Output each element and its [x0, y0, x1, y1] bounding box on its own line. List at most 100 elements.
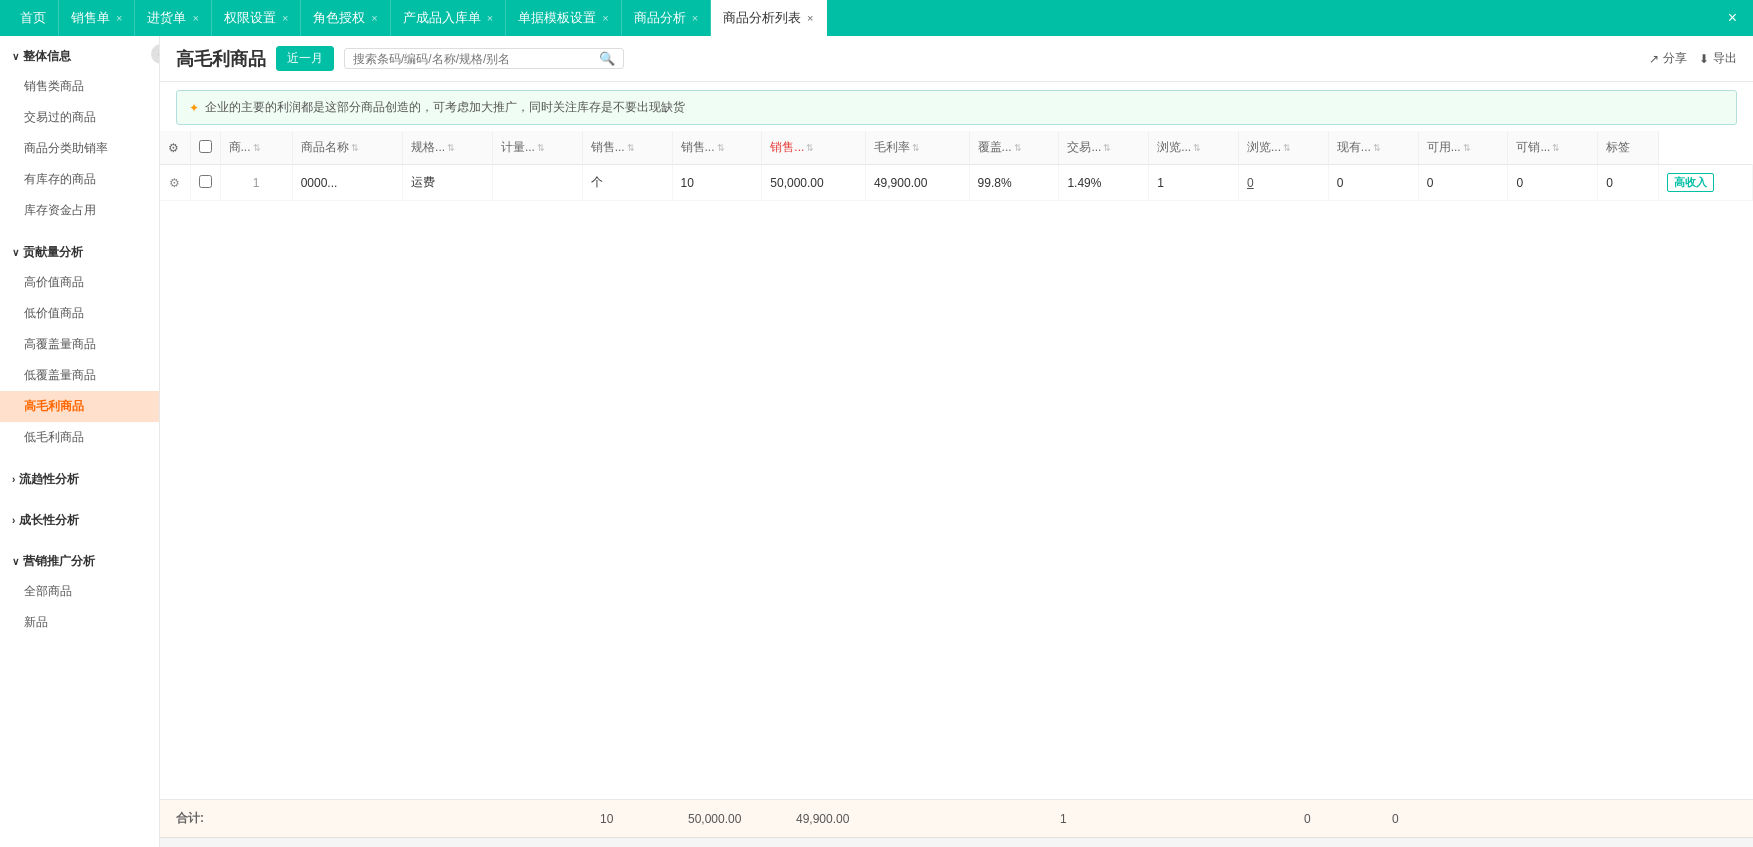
row-num: 1	[220, 165, 292, 201]
sidebar-item-low-margin[interactable]: 低毛利商品	[0, 422, 159, 453]
sort-name-icon: ⇅	[351, 143, 359, 153]
sort-sales-qty-icon: ⇅	[627, 143, 635, 153]
th-trade-count[interactable]: 交易...⇅	[1059, 131, 1149, 165]
search-box: 🔍	[344, 48, 624, 69]
table-body: ⚙ 1 0000... 运费 个 10 50,000.00 49,900.00 …	[160, 165, 1753, 201]
th-coverage[interactable]: 覆盖...⇅	[969, 131, 1059, 165]
section-growth-arrow: ›	[12, 515, 15, 526]
sort-sales-amount-icon: ⇅	[717, 143, 725, 153]
main-layout: « ∨ 整体信息 销售类商品 交易过的商品 商品分类助销率 有库存的商品 库存资…	[0, 36, 1753, 847]
th-unit[interactable]: 计量...⇅	[492, 131, 582, 165]
period-button-month[interactable]: 近一月	[276, 46, 334, 71]
th-sales-profit[interactable]: 销售...⇅	[762, 131, 866, 165]
close-permission-tab[interactable]: ×	[282, 12, 288, 24]
th-code[interactable]: 商...⇅	[220, 131, 292, 165]
row-sellable-stock: 0	[1598, 165, 1658, 201]
sidebar-item-low-coverage[interactable]: 低覆盖量商品	[0, 360, 159, 391]
footer-sales-profit: 49,900.00	[796, 812, 896, 826]
th-available-stock[interactable]: 可用...⇅	[1418, 131, 1508, 165]
search-input[interactable]	[353, 52, 599, 66]
search-icon[interactable]: 🔍	[599, 51, 615, 66]
row-name: 运费	[403, 165, 493, 201]
sidebar-section-growth: › 成长性分析	[0, 500, 159, 541]
row-checkbox-cell	[190, 165, 220, 201]
data-table: ⚙ 商...⇅ 商品名称⇅ 规格...⇅ 计量...⇅ 销售...⇅ 销售...…	[160, 131, 1753, 201]
row-view1[interactable]: 0	[1239, 165, 1329, 201]
sort-trade-icon: ⇅	[1103, 143, 1111, 153]
th-view2[interactable]: 浏览...⇅	[1239, 131, 1329, 165]
sidebar-item-all-goods[interactable]: 全部商品	[0, 576, 159, 607]
nav-item-home[interactable]: 首页	[8, 0, 59, 36]
sort-sales-profit-icon: ⇅	[806, 143, 814, 153]
th-name[interactable]: 商品名称⇅	[292, 131, 402, 165]
nav-item-product-analysis[interactable]: 商品分析 ×	[622, 0, 711, 36]
row-gross-margin: 99.8%	[969, 165, 1059, 201]
sidebar-item-category-rate[interactable]: 商品分类助销率	[0, 133, 159, 164]
sidebar-section-trend-title[interactable]: › 流趋性分析	[0, 465, 159, 494]
sidebar-item-new-goods[interactable]: 新品	[0, 607, 159, 638]
row-tag: 高收入	[1658, 165, 1752, 201]
nav-item-template[interactable]: 单据模板设置 ×	[506, 0, 621, 36]
close-purchase-tab[interactable]: ×	[192, 12, 198, 24]
sidebar-item-high-value[interactable]: 高价值商品	[0, 267, 159, 298]
row-checkbox[interactable]	[199, 175, 212, 188]
nav-item-role[interactable]: 角色授权 ×	[301, 0, 390, 36]
close-product-analysis-list-tab[interactable]: ×	[807, 12, 813, 24]
sidebar-item-low-value[interactable]: 低价值商品	[0, 298, 159, 329]
close-all-tabs-button[interactable]: ×	[1720, 9, 1745, 27]
sort-view2-icon: ⇅	[1283, 143, 1291, 153]
section-contribution-arrow: ∨	[12, 247, 19, 258]
close-warehouse-tab[interactable]: ×	[487, 12, 493, 24]
nav-item-product-analysis-list[interactable]: 商品分析列表 ×	[711, 0, 826, 36]
close-role-tab[interactable]: ×	[371, 12, 377, 24]
sort-available-stock-icon: ⇅	[1463, 143, 1471, 153]
nav-item-sales[interactable]: 销售单 ×	[59, 0, 135, 36]
share-button[interactable]: ↗ 分享	[1649, 50, 1687, 67]
th-current-stock[interactable]: 现有...⇅	[1328, 131, 1418, 165]
share-icon: ↗	[1649, 52, 1659, 66]
sidebar-item-in-stock-goods[interactable]: 有库存的商品	[0, 164, 159, 195]
section-trend-arrow: ›	[12, 474, 15, 485]
row-sales-profit: 49,900.00	[865, 165, 969, 201]
nav-item-permission[interactable]: 权限设置 ×	[212, 0, 301, 36]
sort-code-icon: ⇅	[253, 143, 261, 153]
sidebar-section-contribution-title[interactable]: ∨ 贡献量分析	[0, 238, 159, 267]
sidebar-section-growth-title[interactable]: › 成长性分析	[0, 506, 159, 535]
sort-spec-icon: ⇅	[447, 143, 455, 153]
th-gross-margin[interactable]: 毛利率⇅	[865, 131, 969, 165]
bottom-scrollbar[interactable]	[160, 837, 1753, 847]
sidebar-item-high-margin[interactable]: 高毛利商品	[0, 391, 159, 422]
sidebar-section-contribution: ∨ 贡献量分析 高价值商品 低价值商品 高覆盖量商品 低覆盖量商品 高毛利商品 …	[0, 232, 159, 459]
export-button[interactable]: ⬇ 导出	[1699, 50, 1737, 67]
sort-unit-icon: ⇅	[537, 143, 545, 153]
nav-item-warehouse[interactable]: 产成品入库单 ×	[391, 0, 506, 36]
th-settings[interactable]: ⚙	[160, 131, 190, 165]
th-spec[interactable]: 规格...⇅	[403, 131, 493, 165]
sidebar-section-overall-title[interactable]: ∨ 整体信息	[0, 42, 159, 71]
table-container: ⚙ 商...⇅ 商品名称⇅ 规格...⇅ 计量...⇅ 销售...⇅ 销售...…	[160, 131, 1753, 799]
sidebar-item-stock-capital[interactable]: 库存资金占用	[0, 195, 159, 226]
th-sales-amount[interactable]: 销售...⇅	[672, 131, 762, 165]
row-settings[interactable]: ⚙	[160, 165, 190, 201]
close-product-analysis-tab[interactable]: ×	[692, 12, 698, 24]
th-sales-qty[interactable]: 销售...⇅	[582, 131, 672, 165]
sidebar-item-traded-goods[interactable]: 交易过的商品	[0, 102, 159, 133]
row-view2: 0	[1328, 165, 1418, 201]
sidebar-item-sales-goods[interactable]: 销售类商品	[0, 71, 159, 102]
th-view1[interactable]: 浏览...⇅	[1149, 131, 1239, 165]
content-header: 高毛利商品 近一月 🔍 ↗ 分享 ⬇ 导出	[160, 36, 1753, 82]
info-banner: ✦ 企业的主要的利润都是这部分商品创造的，可考虑加大推广，同时关注库存是不要出现…	[176, 90, 1737, 125]
tag-badge: 高收入	[1667, 173, 1714, 192]
close-template-tab[interactable]: ×	[602, 12, 608, 24]
select-all-checkbox[interactable]	[199, 140, 212, 153]
nav-item-purchase[interactable]: 进货单 ×	[135, 0, 211, 36]
th-tag[interactable]: 标签	[1598, 131, 1658, 165]
th-sellable-stock[interactable]: 可销...⇅	[1508, 131, 1598, 165]
top-nav: 首页 销售单 × 进货单 × 权限设置 × 角色授权 × 产成品入库单 × 单据…	[0, 0, 1753, 36]
table-header-row: ⚙ 商...⇅ 商品名称⇅ 规格...⇅ 计量...⇅ 销售...⇅ 销售...…	[160, 131, 1753, 165]
sidebar-section-trend: › 流趋性分析	[0, 459, 159, 500]
sidebar-section-marketing-title[interactable]: ∨ 营销推广分析	[0, 547, 159, 576]
sidebar-item-high-coverage[interactable]: 高覆盖量商品	[0, 329, 159, 360]
row-unit: 个	[582, 165, 672, 201]
close-sales-tab[interactable]: ×	[116, 12, 122, 24]
